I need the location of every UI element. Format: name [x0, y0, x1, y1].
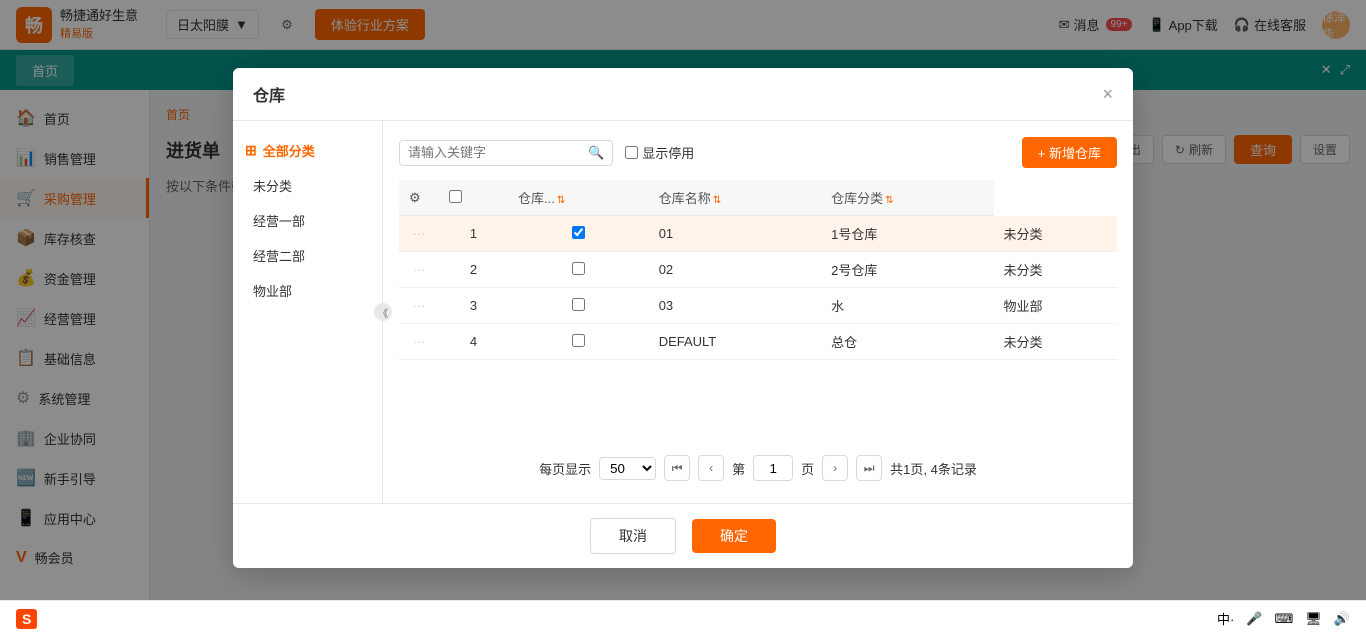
- modal-title: 仓库: [253, 82, 285, 106]
- modal-sidebar-item-op1[interactable]: 经营一部: [233, 203, 382, 238]
- row-name-cell: 水: [821, 288, 993, 324]
- bottom-right: 中· 🎤 ⌨ 🖥 🔊: [1217, 609, 1350, 628]
- cancel-btn[interactable]: 取消: [590, 518, 676, 554]
- table-body: ··· 1 01 1号仓库 未分类 ··· 2 02 2号仓库 未分类 ··· …: [399, 216, 1117, 360]
- row-name-cell: 2号仓库: [821, 252, 993, 288]
- th-category: 仓库分类⇅: [821, 180, 993, 216]
- modal-sidebar-item-op2[interactable]: 经营二部: [233, 238, 382, 273]
- grid-icon: ⊞: [245, 142, 257, 159]
- row-check-cell: [508, 324, 649, 360]
- per-page-select[interactable]: 50 100 200: [599, 457, 656, 480]
- th-name: 仓库名称⇅: [649, 180, 821, 216]
- row-checkbox[interactable]: [572, 334, 585, 347]
- row-more-icon[interactable]: ···: [413, 226, 426, 241]
- row-code-cell: 01: [649, 216, 821, 252]
- first-page-btn[interactable]: ⏮: [664, 455, 690, 481]
- table-row: ··· 1 01 1号仓库 未分类: [399, 216, 1117, 252]
- sort-name-icon: ⇅: [713, 195, 721, 206]
- keyboard-icon[interactable]: ⌨: [1275, 611, 1294, 627]
- table-container: ⚙ 仓库...⇅ 仓库名称⇅ 仓库分类⇅ ··· 1 01 1号仓库: [399, 180, 1117, 441]
- monitor-icon[interactable]: 🖥: [1305, 611, 1322, 627]
- row-check-cell: [508, 288, 649, 324]
- warehouse-modal: 仓库 × ⊞ 全部分类 未分类 经营一部 经营二部 物业部 《: [233, 68, 1133, 568]
- row-category-cell: 未分类: [994, 216, 1118, 252]
- per-page-label: 每页显示: [539, 459, 591, 478]
- next-page-btn[interactable]: ›: [822, 455, 848, 481]
- last-page-btn[interactable]: ⏭: [856, 455, 882, 481]
- modal-close-btn[interactable]: ×: [1102, 84, 1113, 105]
- row-category-cell: 未分类: [994, 252, 1118, 288]
- modal-toolbar-left: 🔍 显示停用: [399, 140, 694, 166]
- search-input[interactable]: [408, 145, 588, 160]
- th-code: 仓库...⇅: [508, 180, 649, 216]
- sidebar-collapse-btn[interactable]: 《: [374, 303, 392, 321]
- row-index-cell: 3: [439, 288, 508, 324]
- modal-sidebar-item-property[interactable]: 物业部: [233, 273, 382, 308]
- mic-icon[interactable]: 🎤: [1246, 611, 1262, 627]
- table-row: ··· 3 03 水 物业部: [399, 288, 1117, 324]
- row-check-cell: [508, 216, 649, 252]
- row-action-cell: ···: [399, 216, 439, 252]
- row-code-cell: 03: [649, 288, 821, 324]
- sort-category-icon: ⇅: [885, 195, 893, 206]
- search-wrap: 🔍: [399, 140, 613, 166]
- modal-sidebar-item-uncat[interactable]: 未分类: [233, 168, 382, 203]
- select-all-checkbox[interactable]: [449, 190, 462, 203]
- new-warehouse-btn[interactable]: + 新增仓库: [1022, 137, 1117, 168]
- total-info: 共1页, 4条记录: [890, 459, 977, 478]
- bottom-bar: S 中· 🎤 ⌨ 🖥 🔊: [0, 600, 1366, 636]
- table-row: ··· 4 DEFAULT 总仓 未分类: [399, 324, 1117, 360]
- row-code-cell: 02: [649, 252, 821, 288]
- page-label: 第: [732, 459, 745, 478]
- modal-footer: 取消 确定: [233, 503, 1133, 568]
- lang-btn[interactable]: 中·: [1217, 609, 1234, 628]
- row-checkbox[interactable]: [572, 226, 585, 239]
- row-action-cell: ···: [399, 324, 439, 360]
- row-more-icon[interactable]: ···: [413, 298, 426, 313]
- row-code-cell: DEFAULT: [649, 324, 821, 360]
- bottom-left: S: [16, 609, 37, 629]
- page-input[interactable]: [753, 455, 793, 481]
- row-name-cell: 1号仓库: [821, 216, 993, 252]
- row-more-icon[interactable]: ···: [413, 262, 426, 277]
- prev-page-btn[interactable]: ‹: [698, 455, 724, 481]
- show-disabled-text: 显示停用: [642, 143, 694, 162]
- modal-header: 仓库 ×: [233, 68, 1133, 121]
- pagination: 每页显示 50 100 200 ⏮ ‹ 第 页 › ⏭ 共1页, 4条记录: [399, 441, 1117, 487]
- row-action-cell: ···: [399, 288, 439, 324]
- row-index-cell: 2: [439, 252, 508, 288]
- modal-sidebar-all[interactable]: ⊞ 全部分类: [233, 133, 382, 168]
- all-category-label: 全部分类: [263, 141, 315, 160]
- modal-body: ⊞ 全部分类 未分类 经营一部 经营二部 物业部 《 🔍: [233, 121, 1133, 503]
- row-index-cell: 1: [439, 216, 508, 252]
- search-icon: 🔍: [588, 145, 604, 161]
- row-more-icon[interactable]: ···: [413, 334, 426, 349]
- row-checkbox[interactable]: [572, 298, 585, 311]
- warehouse-table: ⚙ 仓库...⇅ 仓库名称⇅ 仓库分类⇅ ··· 1 01 1号仓库: [399, 180, 1117, 360]
- table-header-row: ⚙ 仓库...⇅ 仓库名称⇅ 仓库分类⇅: [399, 180, 1117, 216]
- s-logo: S: [16, 609, 37, 629]
- th-gear: ⚙: [399, 180, 439, 216]
- row-action-cell: ···: [399, 252, 439, 288]
- show-disabled-label[interactable]: 显示停用: [625, 143, 694, 162]
- sort-code-icon: ⇅: [557, 195, 565, 206]
- row-category-cell: 物业部: [994, 288, 1118, 324]
- row-checkbox[interactable]: [572, 262, 585, 275]
- show-disabled-checkbox[interactable]: [625, 146, 638, 159]
- table-row: ··· 2 02 2号仓库 未分类: [399, 252, 1117, 288]
- page-unit: 页: [801, 459, 814, 478]
- modal-toolbar: 🔍 显示停用 + 新增仓库: [399, 137, 1117, 168]
- th-check: [439, 180, 508, 216]
- row-name-cell: 总仓: [821, 324, 993, 360]
- row-category-cell: 未分类: [994, 324, 1118, 360]
- modal-sidebar: ⊞ 全部分类 未分类 经营一部 经营二部 物业部 《: [233, 121, 383, 503]
- row-check-cell: [508, 252, 649, 288]
- confirm-btn[interactable]: 确定: [692, 519, 776, 553]
- modal-main-content: 🔍 显示停用 + 新增仓库 ⚙: [383, 121, 1133, 503]
- modal-overlay: 仓库 × ⊞ 全部分类 未分类 经营一部 经营二部 物业部 《: [0, 0, 1366, 636]
- sound-icon[interactable]: 🔊: [1334, 611, 1350, 627]
- row-index-cell: 4: [439, 324, 508, 360]
